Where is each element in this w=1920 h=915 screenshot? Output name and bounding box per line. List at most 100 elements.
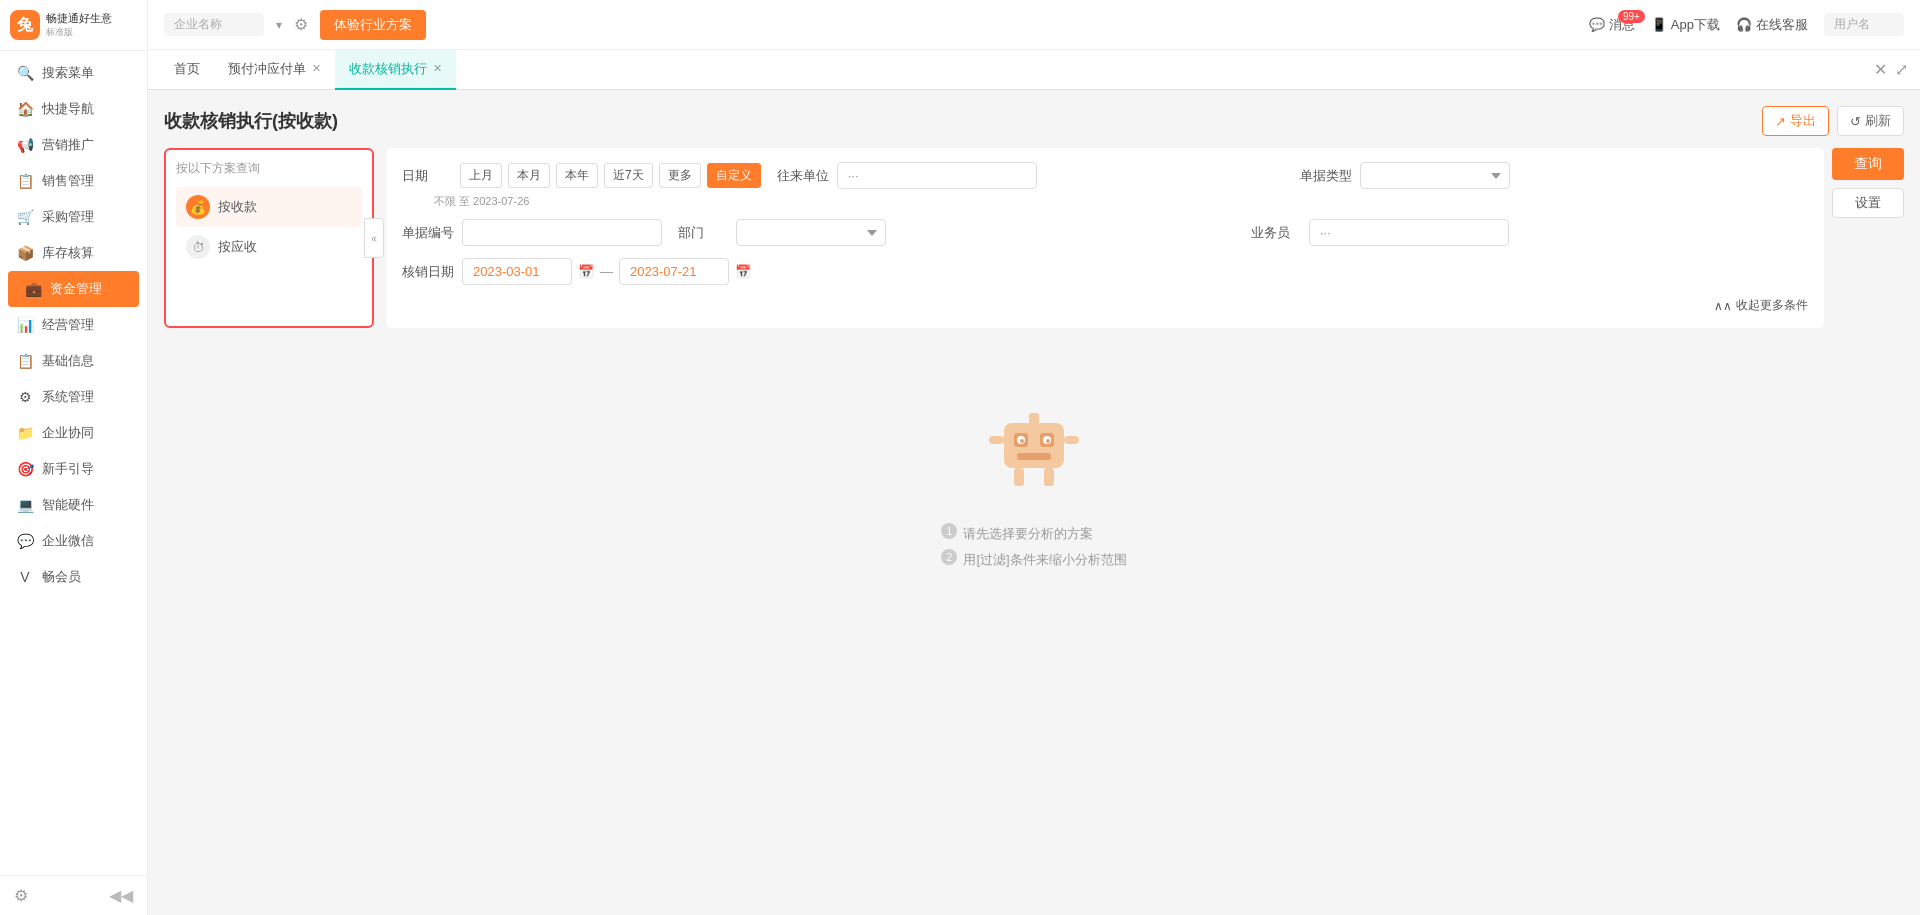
sidebar-icon-0: 🔍 — [16, 65, 34, 81]
date-shortcuts: 上月 本月 本年 近7天 更多 自定义 — [460, 163, 761, 188]
expand-tab-button[interactable]: ⤢ — [1895, 60, 1908, 79]
filter-form-area: 日期 上月 本月 本年 近7天 更多 自定义 — [386, 148, 1904, 328]
main-content: 企业名称 ▾ ⚙ 体验行业方案 💬 消息 99+ 📱 App下载 🎧 在线客服 … — [148, 0, 1920, 915]
brand-chevron-icon[interactable]: ▾ — [276, 18, 282, 32]
tab-prepay[interactable]: 预付冲应付单 ✕ — [214, 50, 335, 90]
sidebar-icon-11: 🎯 — [16, 461, 34, 477]
sidebar-label-9: 系统管理 — [42, 388, 94, 406]
date-last-month[interactable]: 上月 — [460, 163, 502, 188]
doc-type-label: 单据类型 — [1300, 167, 1352, 185]
verify-date-start-cal-icon[interactable]: 📅 — [578, 264, 594, 279]
tab-collection-label: 收款核销执行 — [349, 60, 427, 78]
dept-field: 部门 — [678, 219, 1235, 246]
collapse-sidebar-icon[interactable]: ◀◀ — [109, 886, 133, 905]
doc-no-input[interactable] — [462, 219, 662, 246]
doc-no-label: 单据编号 — [402, 224, 454, 242]
dept-select[interactable] — [736, 219, 886, 246]
sidebar-item-企业协同[interactable]: 📁 企业协同 — [0, 415, 147, 451]
sidebar-icon-10: 📁 — [16, 425, 34, 441]
topbar-gear-icon[interactable]: ⚙ — [294, 15, 308, 34]
filter-option-label-0: 按收款 — [218, 198, 257, 216]
sidebar-menu: 🔍搜索菜单🏠快捷导航📢营销推广📋销售管理 🛒 采购管理 📦库存核算 💼 资金管理 📊经营管理… — [0, 51, 147, 875]
brand-selector[interactable]: 企业名称 — [164, 13, 264, 36]
sidebar-item-系统管理[interactable]: ⚙ 系统管理 — [0, 379, 147, 415]
svg-rect-0 — [1004, 423, 1064, 468]
sidebar-item-基础信息[interactable]: 📋基础信息 — [0, 343, 147, 379]
sidebar-item-销售管理[interactable]: 📋销售管理 — [0, 163, 147, 199]
sidebar-label-8: 基础信息 — [42, 352, 94, 370]
counterparty-input[interactable]: ··· — [837, 162, 1037, 189]
sidebar-item-新手引导[interactable]: 🎯 新手引导 — [0, 451, 147, 487]
filter-option-0[interactable]: 💰 按收款 — [176, 187, 362, 227]
verify-date-end[interactable] — [619, 258, 729, 285]
doc-type-select[interactable] — [1360, 162, 1510, 189]
sidebar-label-11: 新手引导 — [42, 460, 94, 478]
sidebar-icon-9: ⚙ — [16, 389, 34, 405]
svg-rect-4 — [1029, 413, 1039, 425]
sidebar-item-智能硬件[interactable]: 💻智能硬件 — [0, 487, 147, 523]
sidebar-item-采购管理[interactable]: 🛒 采购管理 — [0, 199, 147, 235]
close-tab-button[interactable]: ✕ — [1874, 60, 1887, 79]
filter-option-1[interactable]: ⏱按应收 — [176, 227, 362, 267]
sidebar-icon-12: 💻 — [16, 497, 34, 513]
verify-date-end-cal-icon[interactable]: 📅 — [735, 264, 751, 279]
app-label: App下载 — [1671, 16, 1720, 34]
filter-collapse-button[interactable]: « — [364, 218, 384, 258]
tab-home[interactable]: 首页 — [160, 50, 214, 90]
date-7days[interactable]: 近7天 — [604, 163, 653, 188]
collapse-more-area: ∧∧ 收起更多条件 — [402, 297, 1808, 314]
sidebar-item-资金管理[interactable]: 💼 资金管理 — [8, 271, 139, 307]
dept-label: 部门 — [678, 224, 728, 242]
tab-collection-close-icon[interactable]: ✕ — [433, 62, 442, 75]
filter-option-icon-0: 💰 — [186, 195, 210, 219]
query-button[interactable]: 查询 — [1832, 148, 1904, 180]
sidebar-label-1: 快捷导航 — [42, 100, 94, 118]
sidebar-item-经营管理[interactable]: 📊经营管理 — [0, 307, 147, 343]
logo-text: 畅捷通好生意 标准版 — [46, 11, 112, 38]
date-this-month[interactable]: 本月 — [508, 163, 550, 188]
sidebar-item-营销推广[interactable]: 📢营销推广 — [0, 127, 147, 163]
sidebar-item-搜索菜单[interactable]: 🔍搜索菜单 — [0, 55, 147, 91]
refresh-button[interactable]: ↺ 刷新 — [1837, 106, 1904, 136]
sidebar-item-库存核算[interactable]: 📦库存核算 — [0, 235, 147, 271]
date-more[interactable]: 更多 — [659, 163, 701, 188]
topbar-right: 💬 消息 99+ 📱 App下载 🎧 在线客服 用户名 — [1589, 13, 1904, 36]
export-button[interactable]: ↗ 导出 — [1762, 106, 1829, 136]
filter-option-icon-1: ⏱ — [186, 235, 210, 259]
date-limit-text: 不限 至 2023-07-26 — [434, 195, 529, 207]
sidebar-item-企业微信[interactable]: 💬企业微信 — [0, 523, 147, 559]
settings-icon[interactable]: ⚙ — [14, 886, 28, 905]
empty-illustration — [979, 388, 1089, 501]
sidebar-label-6: 资金管理 — [50, 280, 102, 298]
sidebar-label-14: 畅会员 — [42, 568, 81, 586]
service-icon: 🎧 — [1736, 17, 1752, 32]
sidebar-icon-13: 💬 — [16, 533, 34, 549]
verify-date-range: 📅 — 📅 — [462, 258, 751, 285]
empty-tip-2: 2 用[过滤]条件来缩小分析范围 — [941, 547, 1126, 573]
collapse-more-button[interactable]: ∧∧ 收起更多条件 — [1714, 297, 1808, 314]
message-button[interactable]: 💬 消息 99+ — [1589, 16, 1635, 34]
export-icon: ↗ — [1775, 114, 1786, 129]
app-download-button[interactable]: 📱 App下载 — [1651, 16, 1720, 34]
sidebar-label-4: 采购管理 — [42, 208, 94, 226]
message-icon: 💬 — [1589, 17, 1605, 32]
verify-date-start[interactable] — [462, 258, 572, 285]
settings-button[interactable]: 设置 — [1832, 188, 1904, 218]
filter-form: 日期 上月 本月 本年 近7天 更多 自定义 — [386, 148, 1824, 328]
sidebar-icon-2: 📢 — [16, 137, 34, 153]
online-service-button[interactable]: 🎧 在线客服 — [1736, 16, 1808, 34]
tab-prepay-close-icon[interactable]: ✕ — [312, 62, 321, 75]
user-info[interactable]: 用户名 — [1824, 13, 1904, 36]
sidebar-label-10: 企业协同 — [42, 424, 94, 442]
sidebar-icon-6: 💼 — [24, 281, 42, 297]
sidebar-item-快捷导航[interactable]: 🏠快捷导航 — [0, 91, 147, 127]
staff-input[interactable]: ··· — [1309, 219, 1509, 246]
sidebar-item-畅会员[interactable]: V畅会员 — [0, 559, 147, 595]
collapse-up-icon: ∧∧ — [1714, 299, 1732, 313]
sidebar-icon-4: 🛒 — [16, 209, 34, 225]
promo-button[interactable]: 体验行业方案 — [320, 10, 426, 40]
tab-collection[interactable]: 收款核销执行 ✕ — [335, 50, 456, 90]
date-this-year[interactable]: 本年 — [556, 163, 598, 188]
staff-label: 业务员 — [1251, 224, 1301, 242]
date-custom[interactable]: 自定义 — [707, 163, 761, 188]
